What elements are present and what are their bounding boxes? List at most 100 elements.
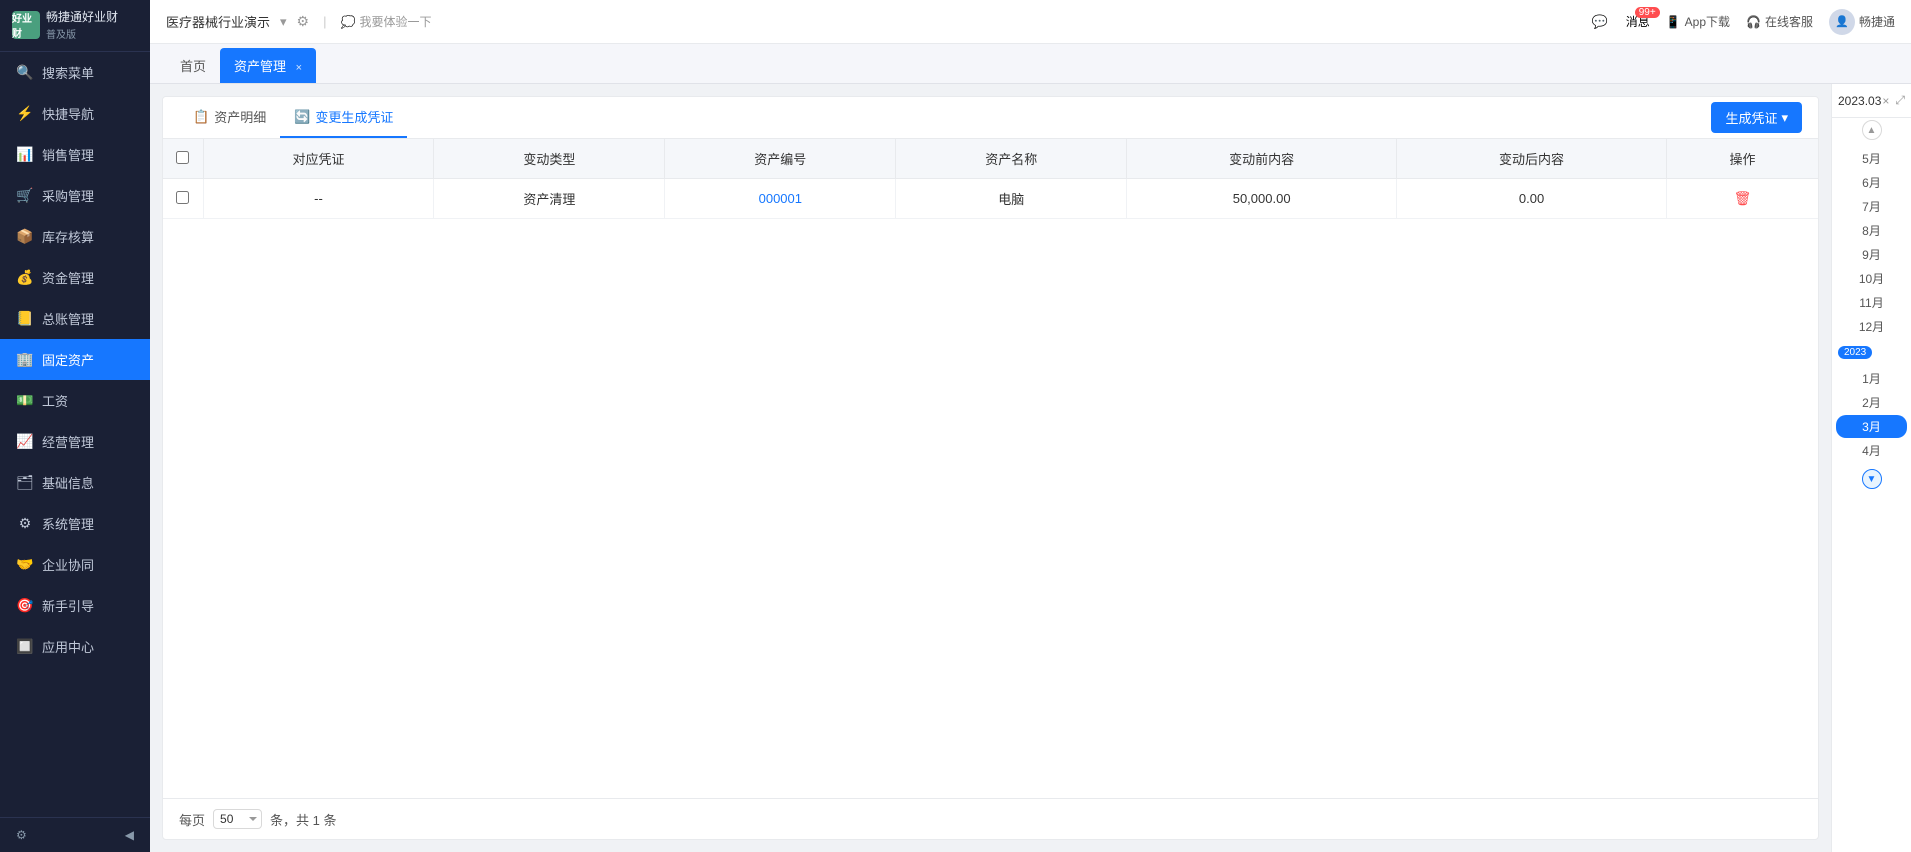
timeline-month-8[interactable]: 8月 bbox=[1836, 219, 1907, 242]
page-size-prefix: 每页 bbox=[179, 810, 205, 829]
timeline-close-button[interactable]: × bbox=[1881, 92, 1890, 109]
sidebar-item-label: 总账管理 bbox=[42, 309, 94, 328]
timeline-month-2[interactable]: 2月 bbox=[1836, 391, 1907, 414]
col-change-type: 变动类型 bbox=[434, 139, 665, 179]
sidebar-item-system[interactable]: ⚙ 系统管理 bbox=[0, 503, 150, 544]
sidebar-item-guide[interactable]: 🎯 新手引导 bbox=[0, 585, 150, 626]
experience-button[interactable]: 💭 我要体验一下 bbox=[341, 13, 432, 30]
quicknav-icon: ⚡ bbox=[16, 105, 34, 122]
sidebar-collapse-icon[interactable]: ◀ bbox=[125, 828, 134, 842]
sidebar-item-label: 采购管理 bbox=[42, 186, 94, 205]
timeline-scroll-down[interactable]: ▼ bbox=[1862, 469, 1882, 489]
sales-icon: 📊 bbox=[16, 146, 34, 163]
cell-change-type: 资产清理 bbox=[434, 179, 665, 219]
experience-icon: 💭 bbox=[341, 15, 356, 29]
tab-asset-management[interactable]: 资产管理 × bbox=[220, 48, 316, 83]
sidebar-item-fixed-assets[interactable]: 🏢 固定资产 bbox=[0, 339, 150, 380]
timeline-month-12[interactable]: 12月 bbox=[1836, 315, 1907, 338]
sidebar-item-payroll[interactable]: 💵 工资 bbox=[0, 380, 150, 421]
timeline-year-2023: 2023 bbox=[1832, 343, 1911, 362]
timeline-year-badge[interactable]: 2023 bbox=[1838, 346, 1872, 359]
timeline-months-after: 1月 2月 3月 4月 bbox=[1832, 362, 1911, 467]
basic-info-icon: 🗂 bbox=[16, 474, 34, 491]
sidebar-item-label: 固定资产 bbox=[42, 350, 94, 369]
sidebar-item-basic-info[interactable]: 🗂 基础信息 bbox=[0, 462, 150, 503]
row-checkbox-cell[interactable] bbox=[163, 179, 203, 219]
page-size-select[interactable]: 50 100 200 bbox=[213, 809, 262, 829]
generate-voucher-label: 生成凭证 bbox=[1725, 108, 1777, 127]
tab-home-label: 首页 bbox=[180, 59, 206, 74]
sub-tabs: 📋 资产明细 🔄 变更生成凭证 生成凭证 ▾ bbox=[163, 97, 1818, 139]
sidebar-item-operations[interactable]: 📈 经营管理 bbox=[0, 421, 150, 462]
finance-icon: 💰 bbox=[16, 269, 34, 286]
timeline-months-before: 5月 6月 7月 8月 9月 10月 11月 12月 bbox=[1832, 142, 1911, 343]
sidebar-item-label: 销售管理 bbox=[42, 145, 94, 164]
col-asset-no: 资产编号 bbox=[665, 139, 896, 179]
settings-icon[interactable]: ⚙ bbox=[297, 13, 310, 30]
sidebar-item-label: 新手引导 bbox=[42, 596, 94, 615]
timeline-month-9[interactable]: 9月 bbox=[1836, 243, 1907, 266]
app-download-button[interactable]: 📱 App下载 bbox=[1666, 13, 1730, 30]
logo-icon: 好业财 bbox=[12, 11, 40, 39]
sidebar-item-ledger[interactable]: 📒 总账管理 bbox=[0, 298, 150, 339]
sidebar-item-label: 快捷导航 bbox=[42, 104, 94, 123]
timeline-month-10[interactable]: 10月 bbox=[1836, 267, 1907, 290]
subtab-asset-detail-icon: 📋 bbox=[193, 109, 209, 125]
select-all-checkbox[interactable] bbox=[176, 151, 189, 164]
message-badge: 99+ bbox=[1635, 7, 1660, 18]
timeline-expand-button[interactable]: ⤢ bbox=[1894, 92, 1906, 109]
operations-icon: 📈 bbox=[16, 433, 34, 450]
nav-tabs: 首页 资产管理 × bbox=[150, 44, 1911, 84]
subtab-change-voucher-icon: 🔄 bbox=[294, 109, 310, 125]
purchase-icon: 🛒 bbox=[16, 187, 34, 204]
message-button[interactable]: 💬 99+ 消息 bbox=[1592, 13, 1650, 30]
timeline-scroll-up[interactable]: ▲ bbox=[1862, 120, 1882, 140]
ledger-icon: 📒 bbox=[16, 310, 34, 327]
subtab-asset-detail-label: 资产明细 bbox=[214, 107, 266, 126]
table-row: -- 资产清理 000001 电脑 bbox=[163, 179, 1818, 219]
timeline-month-7[interactable]: 7月 bbox=[1836, 195, 1907, 218]
sidebar-item-purchase[interactable]: 🛒 采购管理 bbox=[0, 175, 150, 216]
sidebar-item-sales[interactable]: 📊 销售管理 bbox=[0, 134, 150, 175]
subtab-change-voucher[interactable]: 🔄 变更生成凭证 bbox=[280, 97, 407, 138]
sidebar-item-label: 经营管理 bbox=[42, 432, 94, 451]
tab-active-label: 资产管理 bbox=[234, 59, 286, 74]
cell-action[interactable]: 🗑 bbox=[1667, 179, 1819, 219]
enterprise-icon: 🤝 bbox=[16, 556, 34, 573]
tab-close-icon[interactable]: × bbox=[296, 62, 302, 74]
timeline-month-3[interactable]: 3月 bbox=[1836, 415, 1907, 438]
subtab-asset-detail[interactable]: 📋 资产明细 bbox=[179, 97, 280, 138]
sidebar-item-quick-nav[interactable]: ⚡ 快捷导航 bbox=[0, 93, 150, 134]
delete-icon[interactable]: 🗑 bbox=[1734, 190, 1752, 206]
sidebar-item-label: 应用中心 bbox=[42, 637, 94, 656]
logo-text-wrap: 畅捷通好业财 普及版 bbox=[46, 10, 118, 41]
user-avatar-button[interactable]: 👤 畅捷通 bbox=[1829, 9, 1895, 35]
col-after-change: 变动后内容 bbox=[1397, 139, 1667, 179]
generate-voucher-button[interactable]: 生成凭证 ▾ bbox=[1711, 102, 1802, 133]
company-dropdown-icon[interactable]: ▾ bbox=[280, 14, 287, 30]
sidebar-item-inventory[interactable]: 📦 库存核算 bbox=[0, 216, 150, 257]
timeline-month-1[interactable]: 1月 bbox=[1836, 367, 1907, 390]
tab-home[interactable]: 首页 bbox=[166, 48, 220, 83]
select-all-header[interactable] bbox=[163, 139, 203, 179]
timeline-month-6[interactable]: 6月 bbox=[1836, 171, 1907, 194]
customer-service-label: 在线客服 bbox=[1765, 13, 1813, 30]
sidebar-item-app-center[interactable]: 🔲 应用中心 bbox=[0, 626, 150, 667]
col-action: 操作 bbox=[1667, 139, 1819, 179]
customer-service-button[interactable]: 🎧 在线客服 bbox=[1746, 13, 1813, 30]
customer-service-icon: 🎧 bbox=[1746, 15, 1761, 29]
main-area: 医疗器械行业演示 ▾ ⚙ | 💭 我要体验一下 💬 99+ 消息 📱 App下载… bbox=[150, 0, 1911, 852]
sidebar-settings-icon[interactable]: ⚙ bbox=[16, 828, 27, 842]
timeline-header-actions: × ⤢ bbox=[1881, 92, 1906, 109]
sidebar-item-finance[interactable]: 💰 资金管理 bbox=[0, 257, 150, 298]
table-header-row: 对应凭证 变动类型 资产编号 资产名称 bbox=[163, 139, 1818, 179]
sidebar-item-enterprise[interactable]: 🤝 企业协同 bbox=[0, 544, 150, 585]
sidebar-item-label: 工资 bbox=[42, 391, 68, 410]
sidebar-item-search[interactable]: 🔍 搜索菜单 bbox=[0, 52, 150, 93]
row-checkbox[interactable] bbox=[176, 191, 189, 204]
timeline-month-11[interactable]: 11月 bbox=[1836, 291, 1907, 314]
timeline-month-5[interactable]: 5月 bbox=[1836, 147, 1907, 170]
timeline-month-4[interactable]: 4月 bbox=[1836, 439, 1907, 462]
sidebar: 好业财 畅捷通好业财 普及版 🔍 搜索菜单 ⚡ 快捷导航 📊 销售管理 🛒 采购… bbox=[0, 0, 150, 852]
subtab-change-voucher-label: 变更生成凭证 bbox=[315, 107, 393, 126]
